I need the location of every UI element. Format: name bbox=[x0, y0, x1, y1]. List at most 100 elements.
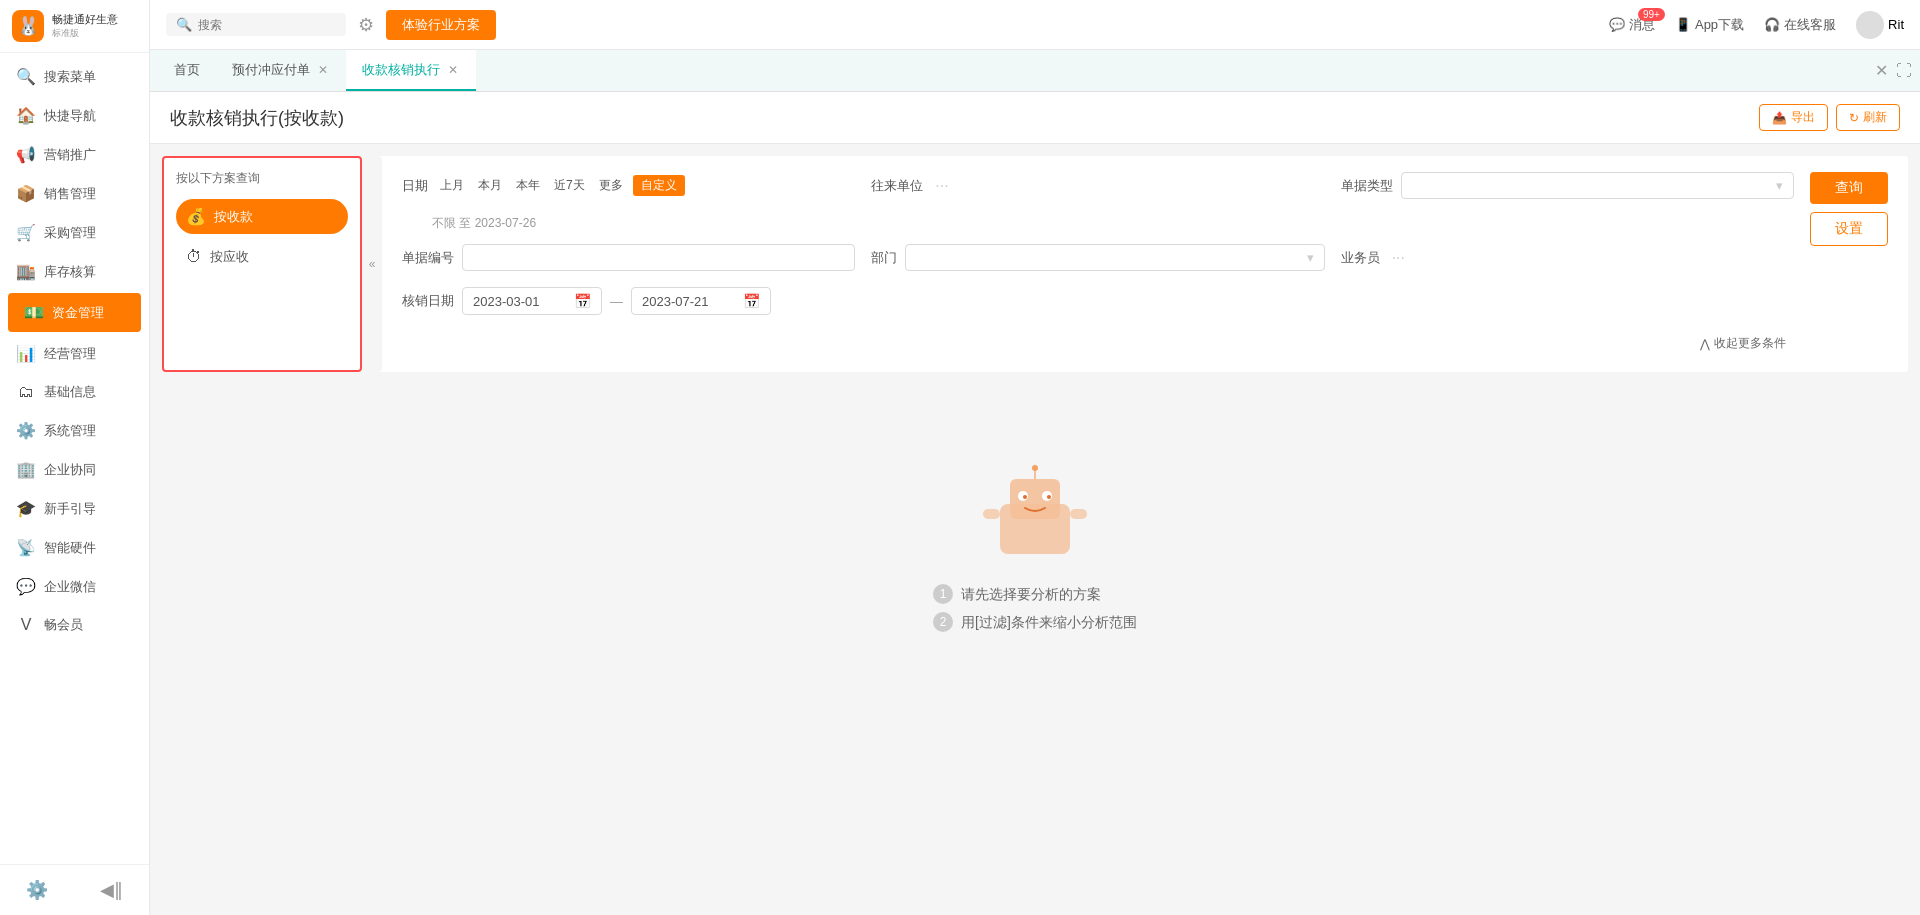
date-custom-btn[interactable]: 自定义 bbox=[633, 175, 685, 196]
filter-option-by-receive[interactable]: 💰 按收款 bbox=[176, 199, 348, 234]
counterpart-ellipsis[interactable]: ··· bbox=[931, 173, 952, 199]
message-badge: 99+ bbox=[1638, 8, 1665, 21]
tabbar: 首页 预付冲应付单 ✕ 收款核销执行 ✕ ✕ ⛶ bbox=[150, 50, 1920, 92]
topbar-user-btn[interactable]: Rit bbox=[1856, 11, 1904, 39]
sidebar-item-search[interactable]: 🔍 搜索菜单 bbox=[0, 57, 149, 96]
export-button[interactable]: 📤 导出 bbox=[1759, 104, 1828, 131]
query-button[interactable]: 查询 bbox=[1810, 172, 1888, 204]
date-this-month-btn[interactable]: 本月 bbox=[474, 175, 506, 196]
sidebar-item-hardware[interactable]: 📡 智能硬件 bbox=[0, 528, 149, 567]
sidebar-item-wechat[interactable]: 💬 企业微信 bbox=[0, 567, 149, 606]
sidebar-item-purchase[interactable]: 🛒 采购管理 bbox=[0, 213, 149, 252]
sidebar-item-system[interactable]: ⚙️ 系统管理 bbox=[0, 411, 149, 450]
collapse-more-icon: ⋀ bbox=[1700, 337, 1710, 351]
sidebar-item-enterprise[interactable]: 🏢 企业协同 bbox=[0, 450, 149, 489]
sidebar-item-guide-label: 新手引导 bbox=[44, 500, 96, 518]
doctype-select[interactable]: ▾ bbox=[1401, 172, 1794, 199]
tab-home-label: 首页 bbox=[174, 61, 200, 79]
sidebar-item-guide[interactable]: 🎓 新手引导 bbox=[0, 489, 149, 528]
finance-icon: 💵 bbox=[24, 303, 44, 322]
filter-row-1: 日期 上月 本月 本年 近7天 更多 自定义 bbox=[402, 172, 1794, 199]
date-7days-btn[interactable]: 近7天 bbox=[550, 175, 589, 196]
sidebar-item-hardware-label: 智能硬件 bbox=[44, 539, 96, 557]
svg-point-5 bbox=[1047, 495, 1051, 499]
date-more-btn[interactable]: 更多 bbox=[595, 175, 627, 196]
tab-prepay-close[interactable]: ✕ bbox=[316, 61, 330, 79]
sidebar-item-basic[interactable]: 🗂 基础信息 bbox=[0, 373, 149, 411]
basic-icon: 🗂 bbox=[16, 383, 36, 401]
filter-scheme-panel: 按以下方案查询 💰 按收款 ⏱ 按应收 bbox=[162, 156, 362, 372]
verify-date-range: 2023-03-01 📅 — 2023-07-21 📅 bbox=[462, 287, 771, 315]
logo-text-block: 畅捷通好生意 标准版 bbox=[52, 12, 118, 39]
sidebar-item-finance-label: 资金管理 bbox=[52, 304, 104, 322]
collapse-sidebar-btn[interactable]: ◀‖ bbox=[94, 873, 129, 907]
dept-select[interactable]: ▾ bbox=[905, 244, 1324, 271]
sidebar-item-inventory[interactable]: 🏬 库存核算 bbox=[0, 252, 149, 291]
app-label: App下载 bbox=[1695, 16, 1744, 34]
tab-home[interactable]: 首页 bbox=[158, 50, 216, 91]
tabbar-expand-btn[interactable]: ⛶ bbox=[1896, 62, 1912, 80]
user-name: Rit bbox=[1888, 17, 1904, 32]
collapse-more-btn[interactable]: ⋀ 收起更多条件 bbox=[402, 331, 1794, 356]
filter-row-2: 单据编号 部门 ▾ bbox=[402, 244, 1794, 271]
topbar-search-input[interactable] bbox=[198, 18, 328, 32]
date-shortcuts: 上月 本月 本年 近7天 更多 自定义 bbox=[436, 175, 685, 196]
sidebar-item-sales-label: 销售管理 bbox=[44, 185, 96, 203]
sidebar-item-marketing[interactable]: 📢 营销推广 bbox=[0, 135, 149, 174]
date-last-month-btn[interactable]: 上月 bbox=[436, 175, 468, 196]
topbar-app-btn[interactable]: 📱 App下载 bbox=[1675, 16, 1744, 34]
topbar: 🔍 ⚙ 体验行业方案 💬 消息 99+ 📱 App下载 🎧 在线客服 Rit bbox=[150, 0, 1920, 50]
sidebar-item-search-label: 搜索菜单 bbox=[44, 68, 96, 86]
settings-bottom-btn[interactable]: ⚙️ bbox=[20, 873, 54, 907]
sidebar-item-member-label: 畅会员 bbox=[44, 616, 83, 634]
refresh-button[interactable]: ↻ 刷新 bbox=[1836, 104, 1900, 131]
staff-ellipsis[interactable]: ··· bbox=[1388, 245, 1409, 271]
filter-docno-field: 单据编号 bbox=[402, 244, 855, 271]
tabbar-close-btn[interactable]: ✕ bbox=[1875, 61, 1888, 80]
topbar-gear-icon[interactable]: ⚙ bbox=[358, 14, 374, 36]
sidebar-bottom: ⚙️ ◀‖ bbox=[0, 864, 149, 915]
topbar-search-box[interactable]: 🔍 bbox=[166, 13, 346, 36]
filter-settings-button[interactable]: 设置 bbox=[1810, 212, 1888, 246]
filter-verifydate-field: 核销日期 2023-03-01 📅 — 2023-07-21 bbox=[402, 287, 1794, 315]
empty-tip-1: 1 请先选择要分析的方案 bbox=[933, 580, 1137, 608]
counterpart-label: 往来单位 bbox=[871, 177, 923, 195]
date-this-year-btn[interactable]: 本年 bbox=[512, 175, 544, 196]
receive-option-label: 按收款 bbox=[214, 208, 253, 226]
empty-robot-illustration bbox=[975, 464, 1095, 564]
sidebar-item-finance[interactable]: 💵 资金管理 bbox=[8, 293, 141, 332]
sidebar-item-system-label: 系统管理 bbox=[44, 422, 96, 440]
sidebar-item-enterprise-label: 企业协同 bbox=[44, 461, 96, 479]
topbar-message-btn[interactable]: 💬 消息 99+ bbox=[1609, 16, 1655, 34]
sidebar-item-sales[interactable]: 📦 销售管理 bbox=[0, 174, 149, 213]
tab-prepay[interactable]: 预付冲应付单 ✕ bbox=[216, 50, 346, 91]
tab-receive-close[interactable]: ✕ bbox=[446, 61, 460, 79]
docno-input[interactable] bbox=[462, 244, 855, 271]
tab-receive[interactable]: 收款核销执行 ✕ bbox=[346, 50, 476, 91]
sidebar-item-purchase-label: 采购管理 bbox=[44, 224, 96, 242]
service-icon: 🎧 bbox=[1764, 17, 1780, 32]
system-icon: ⚙️ bbox=[16, 421, 36, 440]
sidebar: 🐰 畅捷通好生意 标准版 🔍 搜索菜单 🏠 快捷导航 📢 营销推广 📦 销售管理… bbox=[0, 0, 150, 915]
collapse-arrow-icon: « bbox=[369, 257, 376, 271]
sidebar-item-operation[interactable]: 📊 经营管理 bbox=[0, 334, 149, 373]
verify-date-end-calendar-icon: 📅 bbox=[743, 293, 760, 309]
topbar-service-btn[interactable]: 🎧 在线客服 bbox=[1764, 16, 1836, 34]
purchase-icon: 🛒 bbox=[16, 223, 36, 242]
filter-collapse-button[interactable]: « bbox=[362, 156, 382, 372]
topbar-right: 💬 消息 99+ 📱 App下载 🎧 在线客服 Rit bbox=[1609, 11, 1904, 39]
sidebar-item-quick[interactable]: 🏠 快捷导航 bbox=[0, 96, 149, 135]
verify-date-start-input[interactable]: 2023-03-01 📅 bbox=[462, 287, 602, 315]
docno-label: 单据编号 bbox=[402, 249, 454, 267]
filter-staff-field: 业务员 ··· bbox=[1341, 245, 1794, 271]
user-avatar bbox=[1856, 11, 1884, 39]
filter-option-by-payable[interactable]: ⏱ 按应收 bbox=[176, 240, 348, 274]
empty-tip-1-text: 请先选择要分析的方案 bbox=[961, 580, 1101, 608]
filter-doctype-field: 单据类型 ▾ bbox=[1341, 172, 1794, 199]
topbar-solution-button[interactable]: 体验行业方案 bbox=[386, 10, 496, 40]
verify-date-end-input[interactable]: 2023-07-21 📅 bbox=[631, 287, 771, 315]
sidebar-item-member[interactable]: V 畅会员 bbox=[0, 606, 149, 644]
sidebar-item-operation-label: 经营管理 bbox=[44, 345, 96, 363]
date-no-limit: 不限 至 2023-07-26 bbox=[432, 215, 1794, 232]
filter-panel: 按以下方案查询 💰 按收款 ⏱ 按应收 « bbox=[162, 156, 1908, 372]
